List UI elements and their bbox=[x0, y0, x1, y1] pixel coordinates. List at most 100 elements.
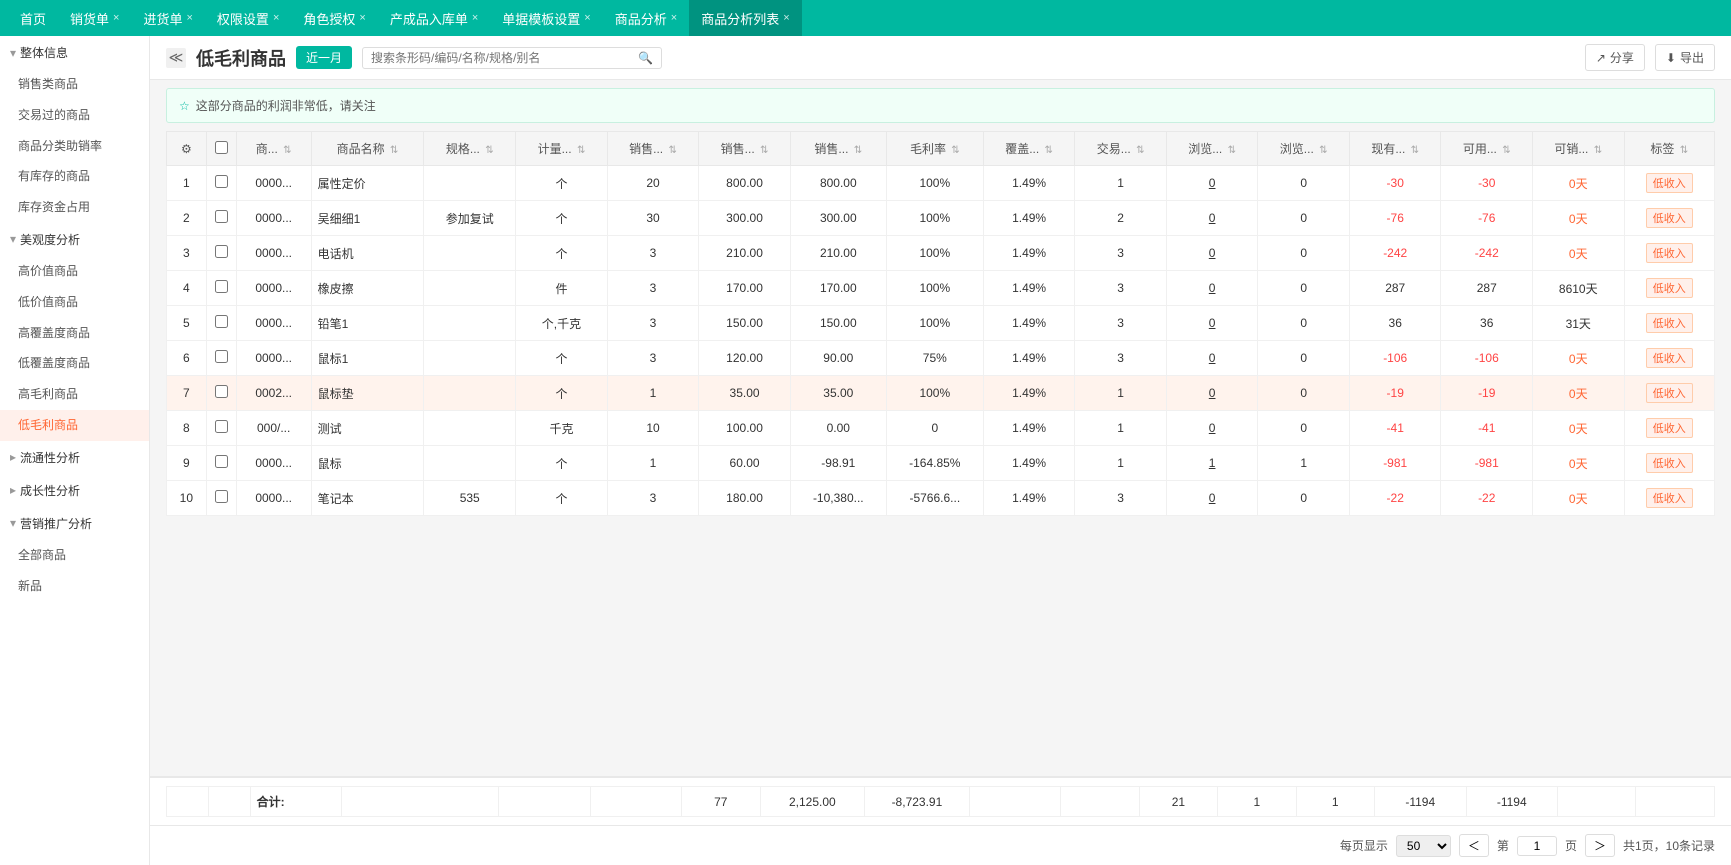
footer-total-bar: 合计: 77 2,125.00 -8,723.91 21 1 1 -1194 -… bbox=[150, 776, 1731, 825]
col-sales-amount[interactable]: 销售... ⇅ bbox=[790, 132, 886, 166]
sidebar-item-new-products[interactable]: 新品 bbox=[0, 571, 149, 602]
sidebar-item-low-value[interactable]: 低价值商品 bbox=[0, 287, 149, 318]
row-code: 0002... bbox=[236, 376, 311, 411]
nav-role[interactable]: 角色授权 × bbox=[291, 0, 377, 36]
col-sellable[interactable]: 可销... ⇅ bbox=[1533, 132, 1625, 166]
close-sales-icon[interactable]: × bbox=[113, 12, 119, 24]
time-range-button[interactable]: 近一月 bbox=[296, 46, 352, 69]
search-icon[interactable]: 🔍 bbox=[638, 51, 653, 65]
share-button[interactable]: ↗ 分享 bbox=[1585, 44, 1645, 71]
page-number-input[interactable] bbox=[1517, 836, 1557, 856]
nav-home[interactable]: 首页 bbox=[8, 0, 58, 36]
collapse-sidebar-button[interactable]: ≪ bbox=[166, 48, 186, 68]
col-name[interactable]: 商品名称 ⇅ bbox=[311, 132, 424, 166]
row-checkbox[interactable] bbox=[215, 280, 228, 293]
nav-product-analysis[interactable]: 商品分析 × bbox=[603, 0, 689, 36]
export-button[interactable]: ⬇ 导出 bbox=[1655, 44, 1715, 71]
close-product-analysis-icon[interactable]: × bbox=[671, 12, 677, 24]
row-available: -242 bbox=[1441, 236, 1533, 271]
select-all-checkbox[interactable] bbox=[215, 141, 228, 154]
col-gross-margin[interactable]: 毛利率 ⇅ bbox=[886, 132, 983, 166]
nav-product-entry[interactable]: 产成品入库单 × bbox=[378, 0, 490, 36]
close-product-entry-icon[interactable]: × bbox=[472, 12, 478, 24]
nav-permission[interactable]: 权限设置 × bbox=[205, 0, 291, 36]
prev-page-button[interactable]: ＜ bbox=[1459, 834, 1489, 857]
sidebar-group-marketing[interactable]: ▾ 营销推广分析 bbox=[0, 507, 149, 540]
row-checkbox[interactable] bbox=[215, 420, 228, 433]
close-product-analysis-list-icon[interactable]: × bbox=[783, 12, 789, 24]
close-role-icon[interactable]: × bbox=[359, 12, 365, 24]
row-name: 鼠标1 bbox=[311, 341, 424, 376]
sidebar-item-category-sales-rate[interactable]: 商品分类助销率 bbox=[0, 131, 149, 162]
col-sales-qty[interactable]: 销售... ⇅ bbox=[607, 132, 699, 166]
close-permission-icon[interactable]: × bbox=[273, 12, 279, 24]
row-checkbox[interactable] bbox=[215, 175, 228, 188]
col-settings[interactable]: ⚙ bbox=[167, 132, 207, 166]
row-checkbox-cell[interactable] bbox=[206, 236, 236, 271]
col-browse2[interactable]: 浏览... ⇅ bbox=[1258, 132, 1350, 166]
sidebar-item-capital-usage[interactable]: 库存资金占用 bbox=[0, 192, 149, 223]
row-checkbox[interactable] bbox=[215, 490, 228, 503]
nav-product-analysis-list[interactable]: 商品分析列表 × bbox=[689, 0, 801, 36]
col-current-stock[interactable]: 现有... ⇅ bbox=[1349, 132, 1441, 166]
sidebar-item-traded-products[interactable]: 交易过的商品 bbox=[0, 100, 149, 131]
sidebar-item-stock-products[interactable]: 有库存的商品 bbox=[0, 161, 149, 192]
sidebar-item-high-margin[interactable]: 高毛利商品 bbox=[0, 379, 149, 410]
nav-purchase[interactable]: 进货单 × bbox=[131, 0, 204, 36]
row-browse2: 0 bbox=[1258, 166, 1350, 201]
sidebar-item-high-coverage[interactable]: 高覆盖度商品 bbox=[0, 318, 149, 349]
sidebar-item-low-coverage[interactable]: 低覆盖度商品 bbox=[0, 348, 149, 379]
page-size-select[interactable]: 50 100 200 bbox=[1396, 835, 1451, 857]
col-browse1[interactable]: 浏览... ⇅ bbox=[1166, 132, 1258, 166]
table-row: 10 0000... 笔记本 535 个 3 180.00 -10,380...… bbox=[167, 481, 1715, 516]
row-checkbox[interactable] bbox=[215, 455, 228, 468]
col-coverage[interactable]: 覆盖... ⇅ bbox=[983, 132, 1075, 166]
row-name: 吴细细1 bbox=[311, 201, 424, 236]
row-checkbox-cell[interactable] bbox=[206, 201, 236, 236]
col-unit[interactable]: 计量... ⇅ bbox=[516, 132, 608, 166]
col-tag[interactable]: 标签 ⇅ bbox=[1624, 132, 1714, 166]
close-purchase-icon[interactable]: × bbox=[186, 12, 192, 24]
sidebar-group-growth[interactable]: ▸ 成长性分析 bbox=[0, 474, 149, 507]
row-coverage: 1.49% bbox=[983, 376, 1075, 411]
close-template-icon[interactable]: × bbox=[584, 12, 590, 24]
col-code[interactable]: 商... ⇅ bbox=[236, 132, 311, 166]
row-sellable: 0天 bbox=[1533, 411, 1625, 446]
row-checkbox-cell[interactable] bbox=[206, 446, 236, 481]
sidebar-item-all-products[interactable]: 全部商品 bbox=[0, 540, 149, 571]
row-current-stock: -30 bbox=[1349, 166, 1441, 201]
row-checkbox-cell[interactable] bbox=[206, 481, 236, 516]
sidebar-item-sales-products[interactable]: 销售类商品 bbox=[0, 69, 149, 100]
row-checkbox-cell[interactable] bbox=[206, 271, 236, 306]
row-browse2: 0 bbox=[1258, 201, 1350, 236]
sidebar-group-circulation[interactable]: ▸ 流通性分析 bbox=[0, 441, 149, 474]
row-sellable: 0天 bbox=[1533, 376, 1625, 411]
row-tag: 低收入 bbox=[1624, 481, 1714, 516]
row-checkbox-cell[interactable] bbox=[206, 306, 236, 341]
col-available[interactable]: 可用... ⇅ bbox=[1441, 132, 1533, 166]
sidebar-group-overall[interactable]: ▾ 整体信息 bbox=[0, 36, 149, 69]
row-checkbox[interactable] bbox=[215, 245, 228, 258]
nav-sales[interactable]: 销货单 × bbox=[58, 0, 131, 36]
col-transaction[interactable]: 交易... ⇅ bbox=[1075, 132, 1167, 166]
row-checkbox[interactable] bbox=[215, 315, 228, 328]
row-checkbox[interactable] bbox=[215, 385, 228, 398]
row-sales-qty: 3 bbox=[607, 481, 699, 516]
col-spec[interactable]: 规格... ⇅ bbox=[424, 132, 516, 166]
col-checkbox[interactable] bbox=[206, 132, 236, 166]
sidebar-item-low-margin[interactable]: 低毛利商品 bbox=[0, 410, 149, 441]
sidebar-item-high-value[interactable]: 高价值商品 bbox=[0, 256, 149, 287]
row-checkbox[interactable] bbox=[215, 210, 228, 223]
sidebar-group-aesthetic[interactable]: ▾ 美观度分析 bbox=[0, 223, 149, 256]
export-icon: ⬇ bbox=[1666, 51, 1676, 65]
row-checkbox-cell[interactable] bbox=[206, 341, 236, 376]
row-no: 1 bbox=[167, 166, 207, 201]
col-sales-price[interactable]: 销售... ⇅ bbox=[699, 132, 791, 166]
search-input[interactable] bbox=[371, 51, 638, 65]
row-checkbox-cell[interactable] bbox=[206, 411, 236, 446]
row-checkbox[interactable] bbox=[215, 350, 228, 363]
next-page-button[interactable]: ＞ bbox=[1585, 834, 1615, 857]
nav-template[interactable]: 单据模板设置 × bbox=[490, 0, 602, 36]
row-checkbox-cell[interactable] bbox=[206, 376, 236, 411]
row-checkbox-cell[interactable] bbox=[206, 166, 236, 201]
